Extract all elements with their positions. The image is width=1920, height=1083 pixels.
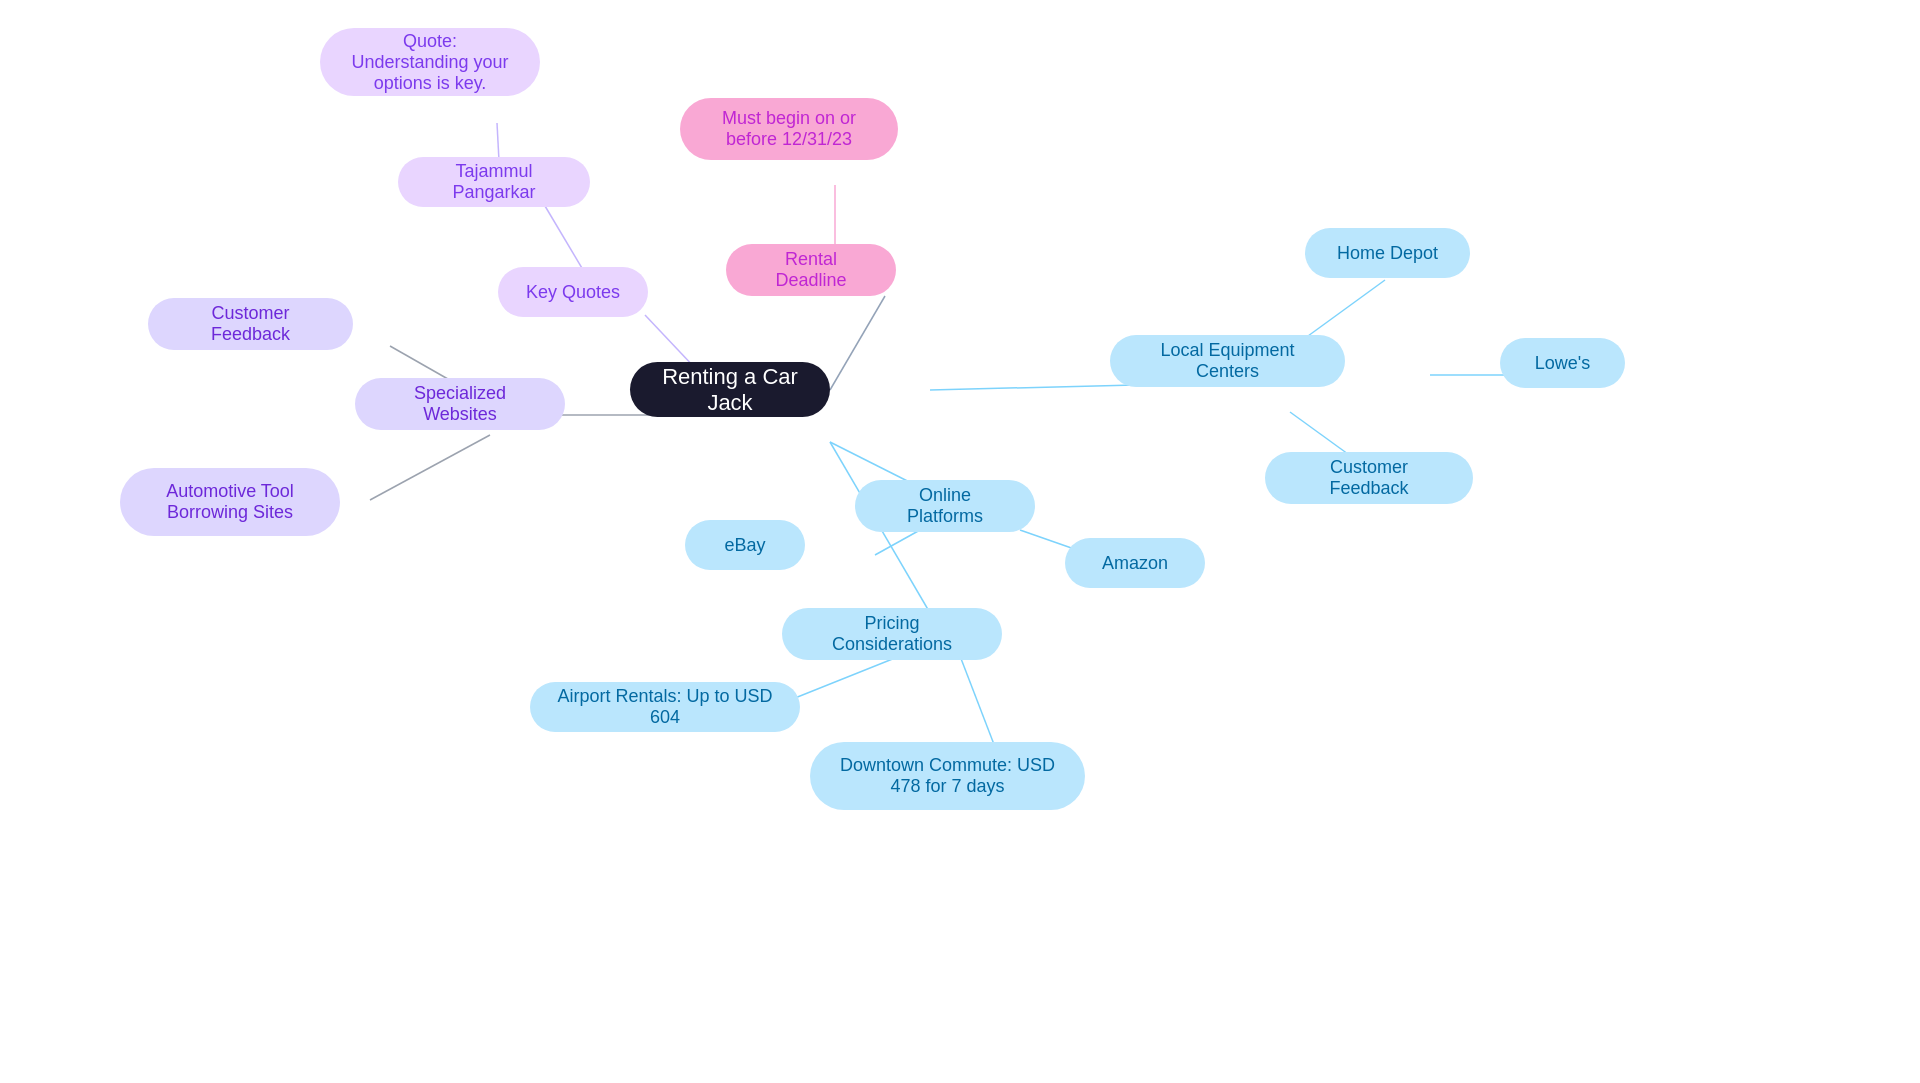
svg-line-0 xyxy=(830,296,885,390)
home-depot-label: Home Depot xyxy=(1337,243,1438,264)
must-begin-label: Must begin on or before 12/31/23 xyxy=(704,108,874,150)
amazon-label: Amazon xyxy=(1102,553,1168,574)
airport-rentals-node: Airport Rentals: Up to USD 604 xyxy=(530,682,800,732)
customer-feedback-right-label: Customer Feedback xyxy=(1289,457,1449,499)
rental-deadline-node: Rental Deadline xyxy=(726,244,896,296)
customer-feedback-left-node: Customer Feedback xyxy=(148,298,353,350)
center-node: Renting a Car Jack xyxy=(630,362,830,417)
local-equipment-node: Local Equipment Centers xyxy=(1110,335,1345,387)
online-platforms-node: Online Platforms xyxy=(855,480,1035,532)
home-depot-node: Home Depot xyxy=(1305,228,1470,278)
local-equipment-label: Local Equipment Centers xyxy=(1134,340,1321,382)
key-quotes-label: Key Quotes xyxy=(526,282,620,303)
rental-deadline-label: Rental Deadline xyxy=(750,249,872,291)
tajammul-label: Tajammul Pangarkar xyxy=(422,161,566,203)
customer-feedback-right-node: Customer Feedback xyxy=(1265,452,1473,504)
automotive-tool-node: Automotive Tool Borrowing Sites xyxy=(120,468,340,536)
automotive-tool-label: Automotive Tool Borrowing Sites xyxy=(144,481,316,523)
lowes-node: Lowe's xyxy=(1500,338,1625,388)
must-begin-node: Must begin on or before 12/31/23 xyxy=(680,98,898,160)
ebay-node: eBay xyxy=(685,520,805,570)
customer-feedback-left-label: Customer Feedback xyxy=(172,303,329,345)
downtown-commute-label: Downtown Commute: USD 478 for 7 days xyxy=(834,755,1061,797)
svg-line-15 xyxy=(830,442,940,630)
pricing-node: Pricing Considerations xyxy=(782,608,1002,660)
specialized-websites-node: Specialized Websites xyxy=(355,378,565,430)
airport-rentals-label: Airport Rentals: Up to USD 604 xyxy=(554,686,776,728)
center-label: Renting a Car Jack xyxy=(654,364,806,416)
amazon-node: Amazon xyxy=(1065,538,1205,588)
svg-line-9 xyxy=(875,530,920,555)
svg-line-7 xyxy=(370,435,490,500)
downtown-commute-node: Downtown Commute: USD 478 for 7 days xyxy=(810,742,1085,810)
quote-label: Quote: Understanding your options is key… xyxy=(344,31,516,94)
svg-line-16 xyxy=(790,656,900,700)
specialized-websites-label: Specialized Websites xyxy=(379,383,541,425)
svg-line-11 xyxy=(930,385,1135,390)
tajammul-node: Tajammul Pangarkar xyxy=(398,157,590,207)
lowes-label: Lowe's xyxy=(1535,353,1590,374)
key-quotes-node: Key Quotes xyxy=(498,267,648,317)
online-platforms-label: Online Platforms xyxy=(879,485,1011,527)
quote-node: Quote: Understanding your options is key… xyxy=(320,28,540,96)
pricing-label: Pricing Considerations xyxy=(806,613,978,655)
ebay-label: eBay xyxy=(724,535,765,556)
